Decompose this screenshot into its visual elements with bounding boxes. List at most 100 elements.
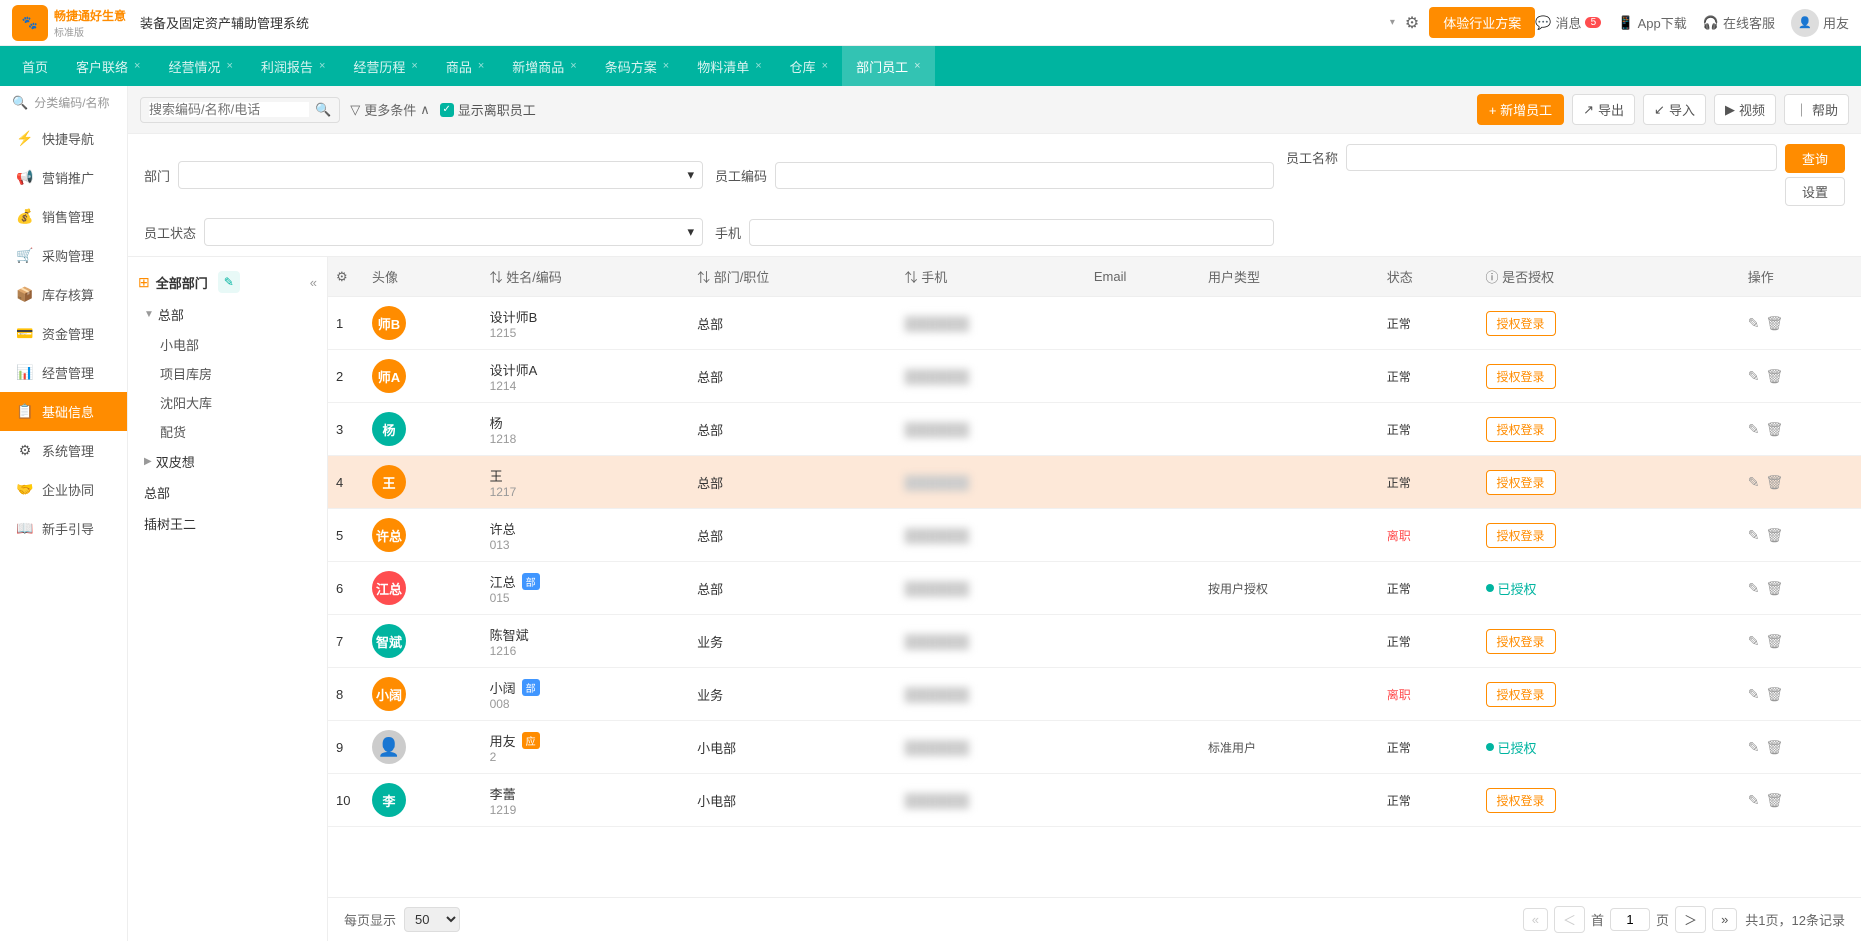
- dept-group-item-chazhu[interactable]: 插树王二: [128, 508, 327, 539]
- delete-button[interactable]: 🗑: [1766, 474, 1784, 491]
- close-icon[interactable]: ×: [663, 60, 669, 72]
- close-icon[interactable]: ×: [134, 60, 140, 72]
- auth-login-button[interactable]: 授权登录: [1486, 470, 1556, 495]
- auth-login-button[interactable]: 授权登录: [1486, 788, 1556, 813]
- delete-button[interactable]: 🗑: [1766, 368, 1784, 385]
- sidebar-search-area[interactable]: 🔍 分类编码/名称: [0, 86, 127, 119]
- dept-group-item-zongbu[interactable]: ▼ 总部: [128, 299, 327, 330]
- phone-input[interactable]: [749, 219, 1274, 246]
- tab-bom[interactable]: 物料清单 ×: [683, 46, 775, 86]
- dept-child-shenyang[interactable]: 沈阳大库: [128, 388, 327, 417]
- edit-button[interactable]: ✎: [1748, 527, 1760, 544]
- trial-button[interactable]: 体验行业方案: [1429, 7, 1535, 38]
- delete-button[interactable]: 🗑: [1766, 421, 1784, 438]
- delete-button[interactable]: 🗑: [1766, 633, 1784, 650]
- search-input-wrap[interactable]: 🔍: [140, 97, 340, 123]
- close-icon[interactable]: ×: [226, 60, 232, 72]
- tab-add-goods[interactable]: 新增商品 ×: [498, 46, 590, 86]
- sidebar-item-quicknav[interactable]: ⚡ 快捷导航: [0, 119, 127, 158]
- sidebar-item-purchase[interactable]: 🛒 采购管理: [0, 236, 127, 275]
- edit-button[interactable]: ✎: [1748, 580, 1760, 597]
- collapse-icon[interactable]: «: [310, 275, 317, 290]
- sidebar-item-system[interactable]: ⚙ 系统管理: [0, 431, 127, 470]
- emp-status-select[interactable]: ▾: [204, 218, 703, 246]
- edit-button[interactable]: ✎: [1748, 421, 1760, 438]
- online-service-btn[interactable]: 🎧 在线客服: [1703, 13, 1775, 32]
- tab-history[interactable]: 经营历程 ×: [339, 46, 431, 86]
- sidebar-item-collab[interactable]: 🤝 企业协同: [0, 470, 127, 509]
- help-button[interactable]: ｜ 帮助: [1784, 94, 1849, 125]
- page-number-input[interactable]: [1610, 908, 1650, 931]
- set-button[interactable]: 设置: [1785, 177, 1845, 206]
- export-button[interactable]: ↗ 导出: [1572, 94, 1635, 125]
- add-employee-button[interactable]: + 新增员工: [1477, 94, 1564, 125]
- close-icon[interactable]: ×: [319, 60, 325, 72]
- tab-employees[interactable]: 部门员工 ×: [842, 46, 934, 86]
- prev-page-button[interactable]: ＜: [1554, 906, 1585, 933]
- dept-group-item-shuangpi[interactable]: ▶ 双皮想: [128, 446, 327, 477]
- edit-button[interactable]: ✎: [1748, 739, 1760, 756]
- edit-button[interactable]: ✎: [1748, 368, 1760, 385]
- auth-login-button[interactable]: 授权登录: [1486, 629, 1556, 654]
- tab-warehouse[interactable]: 仓库 ×: [776, 46, 842, 86]
- more-filter-btn[interactable]: ▽ 更多条件 ∧: [350, 100, 430, 119]
- app-download-btn[interactable]: 📱 App下载: [1617, 13, 1686, 32]
- auth-login-button[interactable]: 授权登录: [1486, 364, 1556, 389]
- emp-name-input[interactable]: [1346, 144, 1777, 171]
- dept-child-xiaodianbu[interactable]: 小电部: [128, 330, 327, 359]
- col-phone[interactable]: ⇅ 手机: [897, 257, 1086, 297]
- first-page-button[interactable]: «: [1523, 908, 1548, 931]
- next-page-button[interactable]: ＞: [1675, 906, 1706, 933]
- auth-login-button[interactable]: 授权登录: [1486, 311, 1556, 336]
- sidebar-item-marketing[interactable]: 📢 营销推广: [0, 158, 127, 197]
- sidebar-item-sales[interactable]: 💰 销售管理: [0, 197, 127, 236]
- delete-button[interactable]: 🗑: [1766, 527, 1784, 544]
- tab-goods[interactable]: 商品 ×: [432, 46, 498, 86]
- close-icon[interactable]: ×: [914, 60, 920, 72]
- settings-icon[interactable]: ⚙: [1405, 13, 1419, 33]
- edit-button[interactable]: ✎: [1748, 686, 1760, 703]
- sidebar-item-inventory[interactable]: 📦 库存核算: [0, 275, 127, 314]
- close-icon[interactable]: ×: [411, 60, 417, 72]
- dept-edit-icon[interactable]: ✎: [218, 271, 240, 293]
- sidebar-item-operation[interactable]: 📊 经营管理: [0, 353, 127, 392]
- edit-button[interactable]: ✎: [1748, 474, 1760, 491]
- auth-login-button[interactable]: 授权登录: [1486, 682, 1556, 707]
- delete-button[interactable]: 🗑: [1766, 739, 1784, 756]
- sidebar-item-finance[interactable]: 💳 资金管理: [0, 314, 127, 353]
- tab-profit[interactable]: 利润报告 ×: [247, 46, 339, 86]
- query-button[interactable]: 查询: [1785, 144, 1845, 173]
- close-icon[interactable]: ×: [570, 60, 576, 72]
- tab-barcode[interactable]: 条码方案 ×: [591, 46, 683, 86]
- last-page-button[interactable]: »: [1712, 908, 1737, 931]
- user-area[interactable]: 👤 用友: [1791, 9, 1849, 37]
- sidebar-item-guide[interactable]: 📖 新手引导: [0, 509, 127, 548]
- edit-button[interactable]: ✎: [1748, 315, 1760, 332]
- delete-button[interactable]: 🗑: [1766, 580, 1784, 597]
- col-settings[interactable]: ⚙: [328, 257, 364, 297]
- dept-group-item-zongbu2[interactable]: 总部: [128, 477, 327, 508]
- col-name-code[interactable]: ⇅ 姓名/编码: [482, 257, 690, 297]
- message-btn[interactable]: 💬 消息 5: [1535, 13, 1601, 32]
- sidebar-item-basic[interactable]: 📋 基础信息: [0, 392, 127, 431]
- page-size-select[interactable]: 10 20 50 100: [404, 907, 460, 932]
- edit-button[interactable]: ✎: [1748, 792, 1760, 809]
- auth-login-button[interactable]: 授权登录: [1486, 417, 1556, 442]
- video-button[interactable]: ▶ 视频: [1714, 94, 1776, 125]
- show-resigned-toggle[interactable]: ✓ 显示离职员工: [440, 100, 536, 119]
- delete-button[interactable]: 🗑: [1766, 792, 1784, 809]
- col-dept-pos[interactable]: ⇅ 部门/职位: [689, 257, 897, 297]
- close-icon[interactable]: ×: [478, 60, 484, 72]
- all-dept-label[interactable]: 全部部门: [156, 273, 208, 292]
- delete-button[interactable]: 🗑: [1766, 315, 1784, 332]
- edit-button[interactable]: ✎: [1748, 633, 1760, 650]
- close-icon[interactable]: ×: [822, 60, 828, 72]
- delete-button[interactable]: 🗑: [1766, 686, 1784, 703]
- search-input[interactable]: [149, 102, 309, 117]
- dept-child-project[interactable]: 项目库房: [128, 359, 327, 388]
- system-dropdown-arrow[interactable]: ▾: [1390, 17, 1395, 28]
- emp-code-input[interactable]: [775, 162, 1274, 189]
- dept-filter-select[interactable]: ▾: [178, 161, 703, 189]
- import-button[interactable]: ↙ 导入: [1643, 94, 1706, 125]
- tab-customer[interactable]: 客户联络 ×: [62, 46, 154, 86]
